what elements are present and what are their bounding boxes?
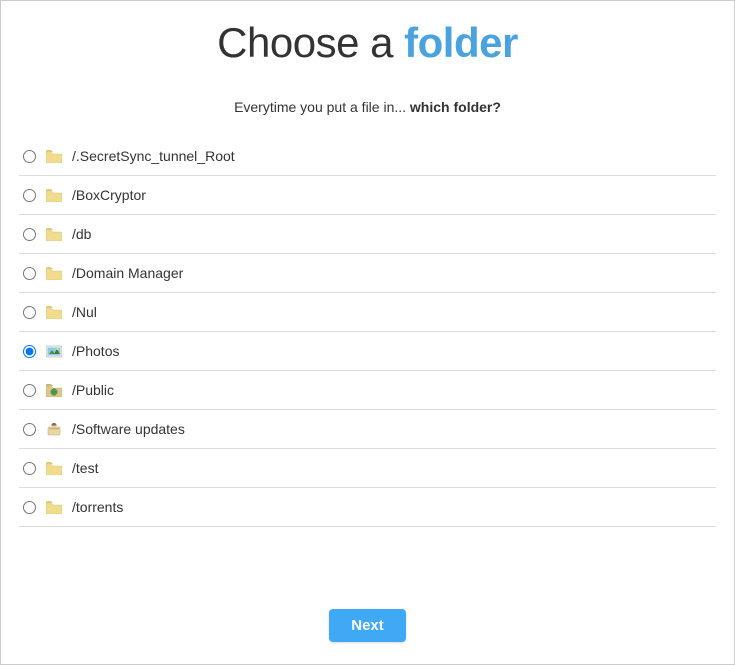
folder-icon [46,149,62,163]
footer: Next [1,591,734,664]
folder-icon [46,266,62,280]
folder-label: /test [72,460,98,476]
folder-radio[interactable] [23,306,36,319]
next-button[interactable]: Next [329,609,406,642]
folder-list: /.SecretSync_tunnel_Root/BoxCryptor/db/D… [1,137,734,591]
folder-row[interactable]: /test [19,449,716,488]
folder-radio[interactable] [23,384,36,397]
software-icon [46,422,62,436]
subtitle-prefix: Everytime you put a file in... [234,99,410,115]
title-accent: folder [404,19,518,66]
folder-row[interactable]: /.SecretSync_tunnel_Root [19,137,716,176]
folder-icon [46,188,62,202]
folder-row[interactable]: /Software updates [19,410,716,449]
folder-icon [46,500,62,514]
folder-row[interactable]: /BoxCryptor [19,176,716,215]
folder-radio[interactable] [23,423,36,436]
title-prefix: Choose a [217,19,404,66]
folder-label: /torrents [72,499,123,515]
folder-label: /Domain Manager [72,265,183,281]
folder-icon [46,305,62,319]
subtitle-bold: which folder? [410,99,501,115]
folder-label: /Photos [72,343,119,359]
folder-radio[interactable] [23,267,36,280]
public-icon [46,383,62,397]
folder-label: /Software updates [72,421,185,437]
folder-row[interactable]: /db [19,215,716,254]
folder-label: /Nul [72,304,97,320]
folder-radio[interactable] [23,228,36,241]
folder-icon [46,461,62,475]
folder-icon [46,227,62,241]
folder-radio[interactable] [23,462,36,475]
folder-row[interactable]: /torrents [19,488,716,527]
folder-label: /.SecretSync_tunnel_Root [72,148,235,164]
page-title: Choose a folder [21,19,714,67]
folder-label: /db [72,226,91,242]
subtitle: Everytime you put a file in... which fol… [1,99,734,115]
folder-radio[interactable] [23,189,36,202]
folder-label: /BoxCryptor [72,187,146,203]
folder-radio[interactable] [23,501,36,514]
folder-label: /Public [72,382,114,398]
folder-radio[interactable] [23,150,36,163]
header: Choose a folder [1,1,734,67]
folder-radio[interactable] [23,345,36,358]
folder-row[interactable]: /Domain Manager [19,254,716,293]
folder-row[interactable]: /Nul [19,293,716,332]
photos-icon [46,344,62,358]
folder-row[interactable]: /Public [19,371,716,410]
folder-row[interactable]: /Photos [19,332,716,371]
